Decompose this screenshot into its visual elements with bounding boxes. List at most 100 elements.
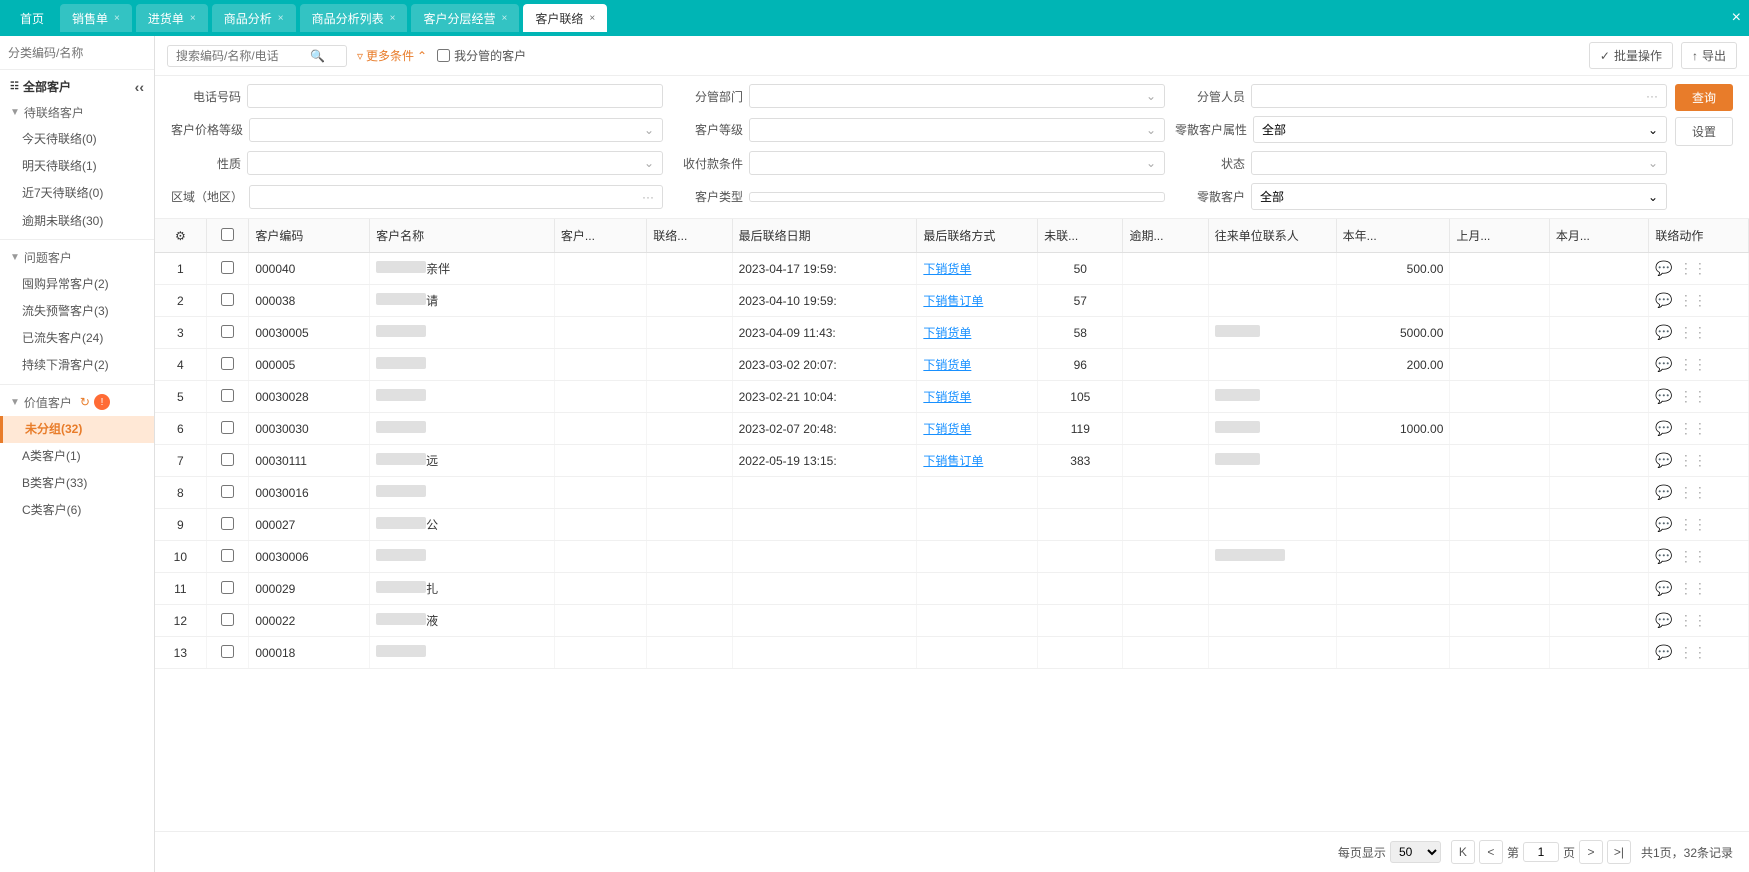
row-checkbox[interactable] xyxy=(221,261,234,274)
cell-last-contact-method[interactable]: 下销售订单 xyxy=(917,285,1038,317)
page-size-select-input[interactable]: 50 100 xyxy=(1390,841,1441,863)
cell-check[interactable] xyxy=(206,317,249,349)
sidebar-item-ungroup[interactable]: 未分组(32) xyxy=(0,416,154,443)
close-purchase-tab[interactable]: × xyxy=(190,13,196,24)
retail-attr-select[interactable]: 全部 ⌄ xyxy=(1253,116,1667,143)
more-actions-icon[interactable]: ⋮⋮ xyxy=(1679,452,1707,469)
more-actions-icon[interactable]: ⋮⋮ xyxy=(1679,324,1707,341)
more-actions-icon[interactable]: ⋮⋮ xyxy=(1679,580,1707,597)
contact-method-link[interactable]: 下销售订单 xyxy=(923,294,983,308)
close-analysis-tab[interactable]: × xyxy=(278,13,284,24)
chat-icon[interactable]: 💬 xyxy=(1655,644,1672,661)
pending-group[interactable]: ▼ 待联络客户 xyxy=(0,99,154,126)
sidebar-item-today[interactable]: 今天待联络(0) xyxy=(0,126,154,153)
gender-select[interactable]: ⌄ xyxy=(247,151,663,175)
my-customers-check[interactable] xyxy=(437,49,450,62)
cell-last-contact-method[interactable] xyxy=(917,477,1038,509)
more-actions-icon[interactable]: ⋮⋮ xyxy=(1679,292,1707,309)
more-actions-icon[interactable]: ⋮⋮ xyxy=(1679,356,1707,373)
chat-icon[interactable]: 💬 xyxy=(1655,452,1672,469)
cell-check[interactable] xyxy=(206,381,249,413)
more-actions-icon[interactable]: ⋮⋮ xyxy=(1679,388,1707,405)
cell-check[interactable] xyxy=(206,477,249,509)
status-select[interactable]: ⌄ xyxy=(1251,151,1667,175)
row-checkbox[interactable] xyxy=(221,549,234,562)
sidebar-collapse-btn[interactable]: ‹‹ xyxy=(135,79,144,95)
value-group[interactable]: ▼ 价值客户 ↻ ! xyxy=(0,389,154,416)
cell-last-contact-method[interactable]: 下销货单 xyxy=(917,317,1038,349)
row-checkbox[interactable] xyxy=(221,357,234,370)
cell-last-contact-method[interactable]: 下销货单 xyxy=(917,253,1038,285)
cell-check[interactable] xyxy=(206,253,249,285)
more-actions-icon[interactable]: ⋮⋮ xyxy=(1679,612,1707,629)
contact-method-link[interactable]: 下销货单 xyxy=(923,422,971,436)
cell-last-contact-method[interactable] xyxy=(917,509,1038,541)
cell-check[interactable] xyxy=(206,605,249,637)
chat-icon[interactable]: 💬 xyxy=(1655,420,1672,437)
filter-search-box[interactable]: 🔍 xyxy=(167,45,347,67)
chat-icon[interactable]: 💬 xyxy=(1655,548,1672,565)
close-contact-tab[interactable]: × xyxy=(589,13,595,24)
row-checkbox[interactable] xyxy=(221,485,234,498)
row-checkbox[interactable] xyxy=(221,581,234,594)
sidebar-item-churn-warn[interactable]: 流失预警客户(3) xyxy=(0,298,154,325)
cell-last-contact-method[interactable]: 下销货单 xyxy=(917,381,1038,413)
contact-method-link[interactable]: 下销售订单 xyxy=(923,454,983,468)
cell-check[interactable] xyxy=(206,637,249,669)
payment-select[interactable]: ⌄ xyxy=(749,151,1165,175)
select-all-checkbox[interactable] xyxy=(221,228,234,241)
customer-type-select[interactable] xyxy=(749,192,1165,202)
nav-tab-customer-contact[interactable]: 客户联络 × xyxy=(523,4,607,32)
refresh-icon[interactable]: ↻ xyxy=(80,395,90,409)
cell-last-contact-method[interactable] xyxy=(917,573,1038,605)
cell-check[interactable] xyxy=(206,573,249,605)
nav-tab-analysis-list[interactable]: 商品分析列表 × xyxy=(300,4,408,32)
nav-tab-analysis[interactable]: 商品分析 × xyxy=(212,4,296,32)
problem-group[interactable]: ▼ 问题客户 xyxy=(0,244,154,271)
contact-method-link[interactable]: 下销货单 xyxy=(923,326,971,340)
chat-icon[interactable]: 💬 xyxy=(1655,580,1672,597)
more-actions-icon[interactable]: ⋮⋮ xyxy=(1679,516,1707,533)
nav-tab-home[interactable]: 首页 xyxy=(8,4,56,32)
more-actions-icon[interactable]: ⋮⋮ xyxy=(1679,548,1707,565)
query-button[interactable]: 查询 xyxy=(1675,84,1733,111)
cell-check[interactable] xyxy=(206,285,249,317)
cell-last-contact-method[interactable] xyxy=(917,605,1038,637)
cell-last-contact-method[interactable]: 下销售订单 xyxy=(917,445,1038,477)
chat-icon[interactable]: 💬 xyxy=(1655,388,1672,405)
cell-last-contact-method[interactable] xyxy=(917,541,1038,573)
sidebar-item-class-c[interactable]: C类客户(6) xyxy=(0,497,154,524)
more-actions-icon[interactable]: ⋮⋮ xyxy=(1679,420,1707,437)
first-page-btn[interactable]: K xyxy=(1451,840,1475,864)
cell-check[interactable] xyxy=(206,541,249,573)
row-checkbox[interactable] xyxy=(221,645,234,658)
cell-last-contact-method[interactable]: 下销货单 xyxy=(917,413,1038,445)
chat-icon[interactable]: 💬 xyxy=(1655,260,1672,277)
cell-check[interactable] xyxy=(206,509,249,541)
sidebar-item-tomorrow[interactable]: 明天待联络(1) xyxy=(0,153,154,180)
chat-icon[interactable]: 💬 xyxy=(1655,356,1672,373)
row-checkbox[interactable] xyxy=(221,293,234,306)
chat-icon[interactable]: 💬 xyxy=(1655,292,1672,309)
my-customers-checkbox[interactable]: 我分管的客户 xyxy=(437,47,526,64)
sidebar-search-input[interactable] xyxy=(8,46,155,60)
close-all-tabs[interactable]: × xyxy=(1732,9,1741,27)
chat-icon[interactable]: 💬 xyxy=(1655,484,1672,501)
cell-check[interactable] xyxy=(206,349,249,381)
customer-level-select[interactable]: ⌄ xyxy=(749,118,1165,142)
prev-page-btn[interactable]: < xyxy=(1479,840,1503,864)
phone-input[interactable] xyxy=(247,84,663,108)
row-checkbox[interactable] xyxy=(221,389,234,402)
sidebar-item-overdue[interactable]: 逾期未联络(30) xyxy=(0,208,154,235)
region-select[interactable]: ··· xyxy=(249,185,663,209)
close-segment-tab[interactable]: × xyxy=(501,13,507,24)
price-level-select[interactable]: ⌄ xyxy=(249,118,663,142)
main-search-icon[interactable]: 🔍 xyxy=(310,49,325,63)
reset-button[interactable]: 设置 xyxy=(1675,117,1733,146)
chat-icon[interactable]: 💬 xyxy=(1655,516,1672,533)
contact-method-link[interactable]: 下销货单 xyxy=(923,358,971,372)
col-check-header[interactable] xyxy=(206,219,249,253)
row-checkbox[interactable] xyxy=(221,613,234,626)
sidebar-item-abnormal[interactable]: 囤购异常客户(2) xyxy=(0,271,154,298)
nav-tab-sales[interactable]: 销售单 × xyxy=(60,4,132,32)
